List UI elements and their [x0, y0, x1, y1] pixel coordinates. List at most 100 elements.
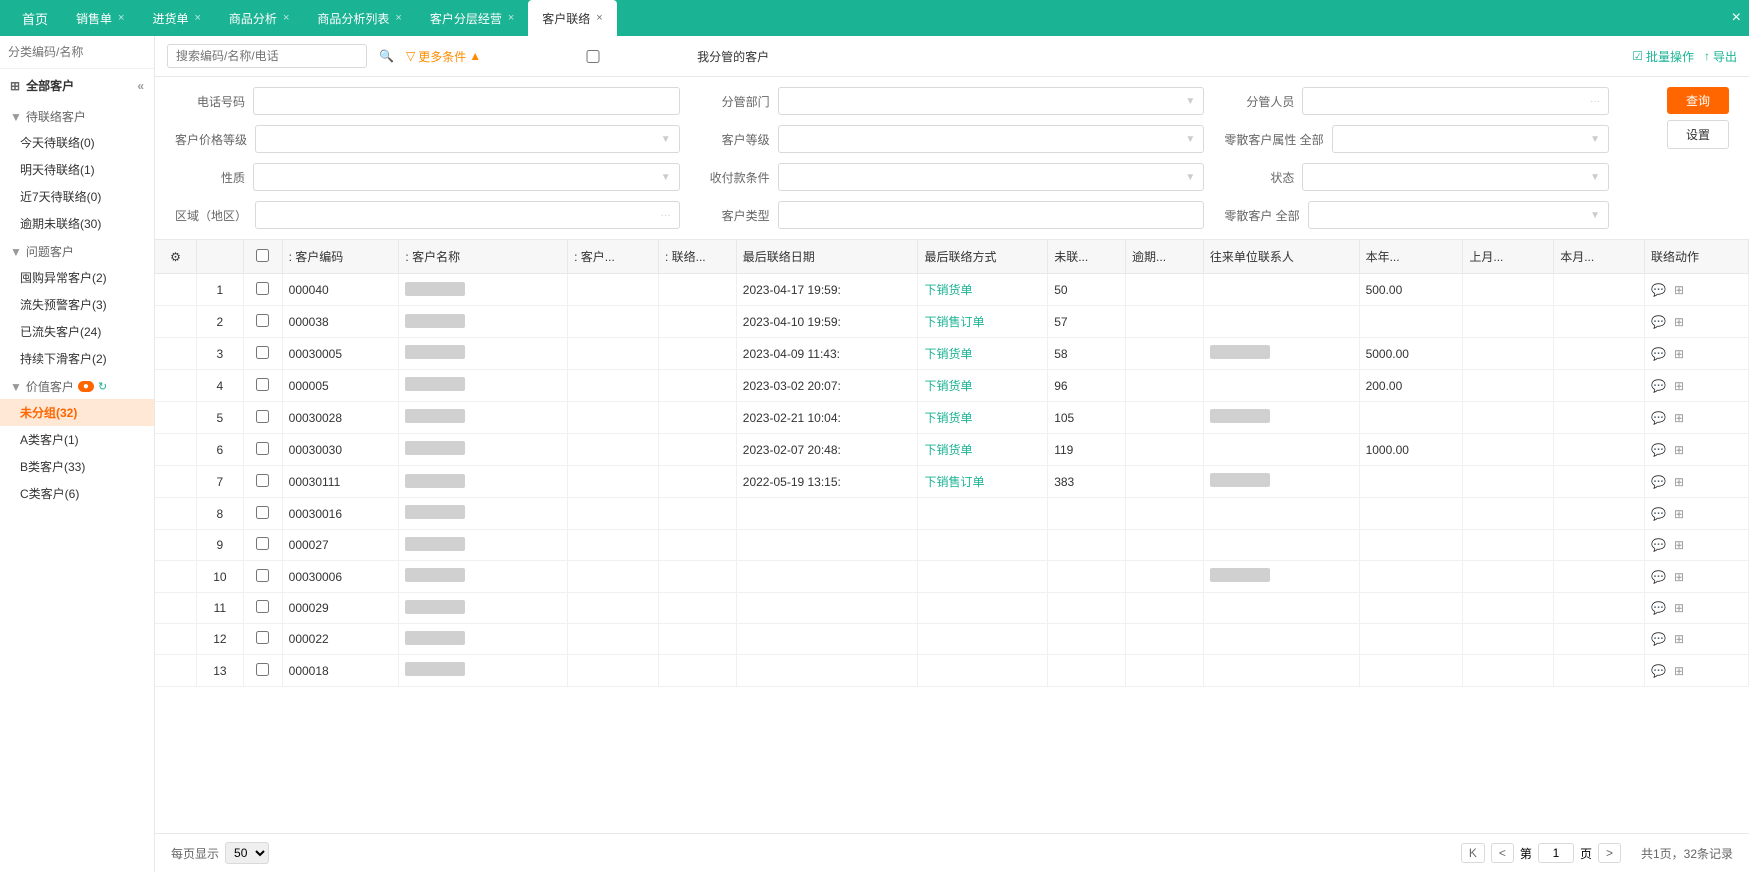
this-month-col-header[interactable]: 本月... [1554, 240, 1645, 274]
query-button[interactable]: 查询 [1667, 87, 1729, 114]
contact-col-header[interactable]: : 联络... [658, 240, 736, 274]
last-month-col-header[interactable]: 上月... [1463, 240, 1554, 274]
row-last-method[interactable]: 下销售订单 [918, 306, 1048, 338]
chat-icon[interactable]: 💬 [1651, 315, 1666, 329]
nav-purchase[interactable]: 进货单 × [138, 0, 214, 36]
row-check[interactable] [243, 593, 282, 624]
chat-icon[interactable]: 💬 [1651, 443, 1666, 457]
chat-icon[interactable]: 💬 [1651, 379, 1666, 393]
my-customers-checkbox[interactable] [493, 50, 693, 63]
row-last-method[interactable] [918, 498, 1048, 530]
region-input[interactable]: ··· [255, 201, 680, 229]
nav-customer-contact[interactable]: 客户联络 × [528, 0, 616, 36]
grid-action-icon[interactable]: ⊞ [1674, 664, 1684, 678]
close-customer-contact-tab[interactable]: × [596, 12, 602, 24]
person-input[interactable]: ··· [1302, 87, 1609, 115]
close-sales-tab[interactable]: × [118, 12, 124, 24]
row-last-method[interactable] [918, 561, 1048, 593]
grid-action-icon[interactable]: ⊞ [1674, 475, 1684, 489]
customer-type-input[interactable] [778, 201, 1205, 229]
row-last-method[interactable]: 下销货单 [918, 434, 1048, 466]
row-check[interactable] [243, 655, 282, 687]
nav-product-analysis[interactable]: 商品分析 × [215, 0, 303, 36]
row-last-method[interactable] [918, 624, 1048, 655]
grid-action-icon[interactable]: ⊞ [1674, 507, 1684, 521]
sparse-input[interactable]: ▼ [1308, 201, 1609, 229]
chat-icon[interactable]: 💬 [1651, 570, 1666, 584]
close-product-analysis-list-tab[interactable]: × [395, 12, 401, 24]
last-method-col-header[interactable]: 最后联络方式 [918, 240, 1048, 274]
close-customer-segment-tab[interactable]: × [508, 12, 514, 24]
per-page-select[interactable]: 50 [225, 842, 269, 864]
last-date-col-header[interactable]: 最后联络日期 [736, 240, 918, 274]
settings-col-header[interactable]: ⚙ [155, 240, 197, 274]
sidebar-item-churn-warning[interactable]: 流失预警客户(3) [0, 291, 154, 318]
chat-icon[interactable]: 💬 [1651, 283, 1666, 297]
chat-icon[interactable]: 💬 [1651, 601, 1666, 615]
grid-action-icon[interactable]: ⊞ [1674, 538, 1684, 552]
search-input[interactable] [167, 44, 367, 68]
sidebar-item-today-pending[interactable]: 今天待联络(0) [0, 129, 154, 156]
refresh-icon[interactable]: ↻ [98, 380, 107, 393]
action-col-header[interactable]: 联络动作 [1645, 240, 1749, 274]
next-page-button[interactable]: > [1598, 843, 1621, 863]
nav-sales[interactable]: 销售单 × [62, 0, 138, 36]
first-page-button[interactable]: K [1461, 843, 1485, 863]
sidebar-item-type-b[interactable]: B类客户(33) [0, 453, 154, 480]
phone-input[interactable] [253, 87, 680, 115]
row-last-method[interactable] [918, 593, 1048, 624]
chat-icon[interactable]: 💬 [1651, 411, 1666, 425]
reset-button[interactable]: 设置 [1667, 120, 1729, 149]
prev-page-button[interactable]: < [1491, 843, 1514, 863]
chat-icon[interactable]: 💬 [1651, 475, 1666, 489]
row-check[interactable] [243, 338, 282, 370]
sidebar-item-overdue-pending[interactable]: 逾期未联络(30) [0, 210, 154, 237]
dept-input[interactable]: ▼ [778, 87, 1205, 115]
row-last-method[interactable]: 下销货单 [918, 274, 1048, 306]
row-check[interactable] [243, 306, 282, 338]
row-check[interactable] [243, 530, 282, 561]
my-customers-checkbox-label[interactable]: 我分管的客户 [493, 48, 769, 65]
close-product-analysis-tab[interactable]: × [283, 12, 289, 24]
sparse-attr-input[interactable]: ▼ [1332, 125, 1609, 153]
chat-icon[interactable]: 💬 [1651, 664, 1666, 678]
chat-icon[interactable]: 💬 [1651, 347, 1666, 361]
row-check[interactable] [243, 434, 282, 466]
row-check[interactable] [243, 370, 282, 402]
status-input[interactable]: ▼ [1302, 163, 1609, 191]
price-level-input[interactable]: ▼ [255, 125, 680, 153]
uncontacted-col-header[interactable]: 未联... [1048, 240, 1126, 274]
chat-icon[interactable]: 💬 [1651, 507, 1666, 521]
sidebar-item-churned[interactable]: 已流失客户(24) [0, 318, 154, 345]
close-all-tabs[interactable]: × [1732, 9, 1741, 27]
chat-icon[interactable]: 💬 [1651, 538, 1666, 552]
row-last-method[interactable] [918, 655, 1048, 687]
sidebar-item-unclassified[interactable]: 未分组(32) [0, 399, 154, 426]
nature-input[interactable]: ▼ [253, 163, 680, 191]
sidebar-search-input[interactable] [8, 45, 155, 59]
sidebar-item-type-a[interactable]: A类客户(1) [0, 426, 154, 453]
type-col-header[interactable]: : 客户... [568, 240, 659, 274]
sidebar-item-7days-pending[interactable]: 近7天待联络(0) [0, 183, 154, 210]
grid-action-icon[interactable]: ⊞ [1674, 315, 1684, 329]
grid-action-icon[interactable]: ⊞ [1674, 347, 1684, 361]
grid-action-icon[interactable]: ⊞ [1674, 570, 1684, 584]
sidebar-item-tomorrow-pending[interactable]: 明天待联络(1) [0, 156, 154, 183]
this-year-col-header[interactable]: 本年... [1359, 240, 1463, 274]
select-all-checkbox[interactable] [256, 249, 269, 262]
nav-home[interactable]: 首页 [8, 0, 62, 36]
customer-level-input[interactable]: ▼ [778, 125, 1205, 153]
nav-customer-segment[interactable]: 客户分层经营 × [416, 0, 528, 36]
row-last-method[interactable]: 下销售订单 [918, 466, 1048, 498]
row-last-method[interactable]: 下销货单 [918, 402, 1048, 434]
nav-product-analysis-list[interactable]: 商品分析列表 × [303, 0, 415, 36]
sidebar-item-declining[interactable]: 持续下滑客户(2) [0, 345, 154, 372]
row-check[interactable] [243, 466, 282, 498]
sidebar-item-type-c[interactable]: C类客户(6) [0, 480, 154, 507]
chat-icon[interactable]: 💬 [1651, 632, 1666, 646]
grid-action-icon[interactable]: ⊞ [1674, 601, 1684, 615]
row-check[interactable] [243, 624, 282, 655]
current-page-input[interactable] [1538, 843, 1574, 863]
code-col-header[interactable]: : 客户编码 [282, 240, 399, 274]
check-col-header[interactable] [243, 240, 282, 274]
